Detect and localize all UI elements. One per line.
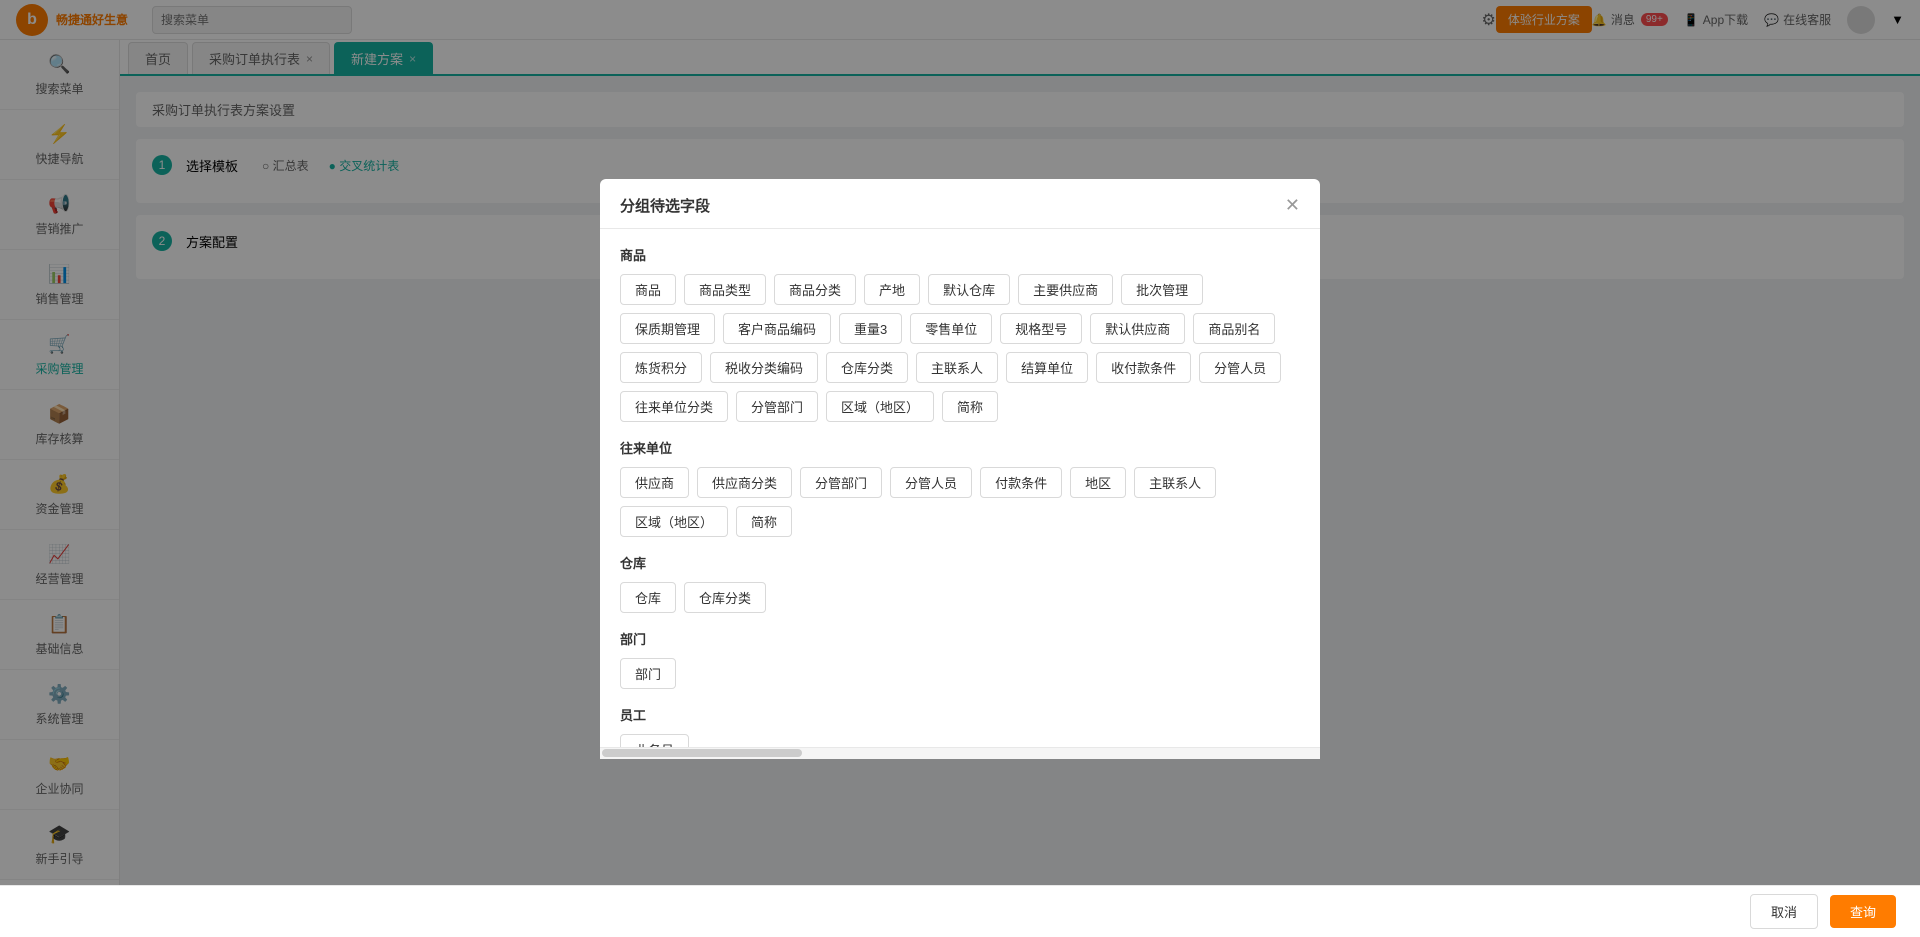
field-group-dept-title: 部门 — [620, 629, 1300, 648]
field-tag-default-warehouse[interactable]: 默认仓库 — [928, 274, 1010, 305]
field-tag-warehouse-category[interactable]: 仓库分类 — [826, 352, 908, 383]
field-tag-main-supplier[interactable]: 主要供应商 — [1018, 274, 1113, 305]
field-tag-goods-type[interactable]: 商品类型 — [684, 274, 766, 305]
field-tag-salesperson[interactable]: 业务员 — [620, 734, 689, 747]
field-tags-goods: 商品 商品类型 商品分类 产地 默认仓库 主要供应商 批次管理 保质期管理 客户… — [620, 274, 1300, 422]
field-group-staff: 员工 业务员 — [620, 705, 1300, 747]
field-tags-partner: 供应商 供应商分类 分管部门 分管人员 付款条件 地区 主联系人 区域（地区） … — [620, 467, 1300, 537]
field-tag-warehouse[interactable]: 仓库 — [620, 582, 676, 613]
field-tag-expiry-mgmt[interactable]: 保质期管理 — [620, 313, 715, 344]
field-tag-short-name[interactable]: 简称 — [942, 391, 998, 422]
bottom-action-bar: 取消 查询 — [0, 885, 1920, 937]
field-group-partner-title: 往来单位 — [620, 438, 1300, 457]
field-tag-partner-region[interactable]: 区域（地区） — [620, 506, 728, 537]
field-tag-retail-unit[interactable]: 零售单位 — [910, 313, 992, 344]
field-tag-goods[interactable]: 商品 — [620, 274, 676, 305]
field-tag-dept-supervisor[interactable]: 分管部门 — [736, 391, 818, 422]
modal-overlay: 分组待选字段 ✕ 商品 商品 商品类型 商品分类 产地 默认仓库 主要供应商 批… — [0, 0, 1920, 937]
field-tag-area[interactable]: 地区 — [1070, 467, 1126, 498]
field-tag-partner-contact[interactable]: 主联系人 — [1134, 467, 1216, 498]
field-tags-dept: 部门 — [620, 658, 1300, 689]
modal-close-button[interactable]: ✕ — [1285, 196, 1300, 214]
field-tag-default-supplier[interactable]: 默认供应商 — [1090, 313, 1185, 344]
field-group-goods-title: 商品 — [620, 245, 1300, 264]
confirm-button[interactable]: 查询 — [1830, 895, 1896, 928]
field-tag-batch-mgmt[interactable]: 批次管理 — [1121, 274, 1203, 305]
modal-hscroll-thumb[interactable] — [602, 749, 802, 757]
field-tag-supplier[interactable]: 供应商 — [620, 467, 689, 498]
modal-title: 分组待选字段 — [620, 195, 710, 216]
modal-header: 分组待选字段 ✕ — [600, 179, 1320, 229]
field-group-staff-title: 员工 — [620, 705, 1300, 724]
field-tag-customer-sku[interactable]: 客户商品编码 — [723, 313, 831, 344]
field-tags-warehouse: 仓库 仓库分类 — [620, 582, 1300, 613]
field-group-dept: 部门 部门 — [620, 629, 1300, 689]
field-tag-goods-category[interactable]: 商品分类 — [774, 274, 856, 305]
field-tag-supplier-category[interactable]: 供应商分类 — [697, 467, 792, 498]
field-tag-origin[interactable]: 产地 — [864, 274, 920, 305]
modal-horizontal-scrollbar[interactable] — [600, 747, 1320, 759]
cancel-button[interactable]: 取消 — [1750, 894, 1818, 929]
field-tag-warehouse-cat[interactable]: 仓库分类 — [684, 582, 766, 613]
field-tag-partner-category[interactable]: 往来单位分类 — [620, 391, 728, 422]
field-tag-partner-dept[interactable]: 分管部门 — [800, 467, 882, 498]
modal-body: 商品 商品 商品类型 商品分类 产地 默认仓库 主要供应商 批次管理 保质期管理… — [600, 229, 1320, 747]
field-group-partner: 往来单位 供应商 供应商分类 分管部门 分管人员 付款条件 地区 主联系人 区域… — [620, 438, 1300, 537]
field-tag-goods-alias[interactable]: 商品别名 — [1193, 313, 1275, 344]
field-tag-refine-points[interactable]: 炼货积分 — [620, 352, 702, 383]
field-tag-partner-person[interactable]: 分管人员 — [890, 467, 972, 498]
field-tag-dept[interactable]: 部门 — [620, 658, 676, 689]
field-tag-main-contact[interactable]: 主联系人 — [916, 352, 998, 383]
field-tag-payment-terms[interactable]: 收付款条件 — [1096, 352, 1191, 383]
field-tag-region[interactable]: 区域（地区） — [826, 391, 934, 422]
field-group-goods: 商品 商品 商品类型 商品分类 产地 默认仓库 主要供应商 批次管理 保质期管理… — [620, 245, 1300, 422]
field-tags-staff: 业务员 — [620, 734, 1300, 747]
field-tag-settlement-unit[interactable]: 结算单位 — [1006, 352, 1088, 383]
field-group-warehouse-title: 仓库 — [620, 553, 1300, 572]
modal-dialog: 分组待选字段 ✕ 商品 商品 商品类型 商品分类 产地 默认仓库 主要供应商 批… — [600, 179, 1320, 759]
field-tag-supervisor[interactable]: 分管人员 — [1199, 352, 1281, 383]
field-tag-tax-code[interactable]: 税收分类编码 — [710, 352, 818, 383]
field-tag-weight3[interactable]: 重量3 — [839, 313, 902, 344]
field-tag-pay-terms[interactable]: 付款条件 — [980, 467, 1062, 498]
field-tag-partner-short[interactable]: 简称 — [736, 506, 792, 537]
field-tag-spec-model[interactable]: 规格型号 — [1000, 313, 1082, 344]
field-group-warehouse: 仓库 仓库 仓库分类 — [620, 553, 1300, 613]
